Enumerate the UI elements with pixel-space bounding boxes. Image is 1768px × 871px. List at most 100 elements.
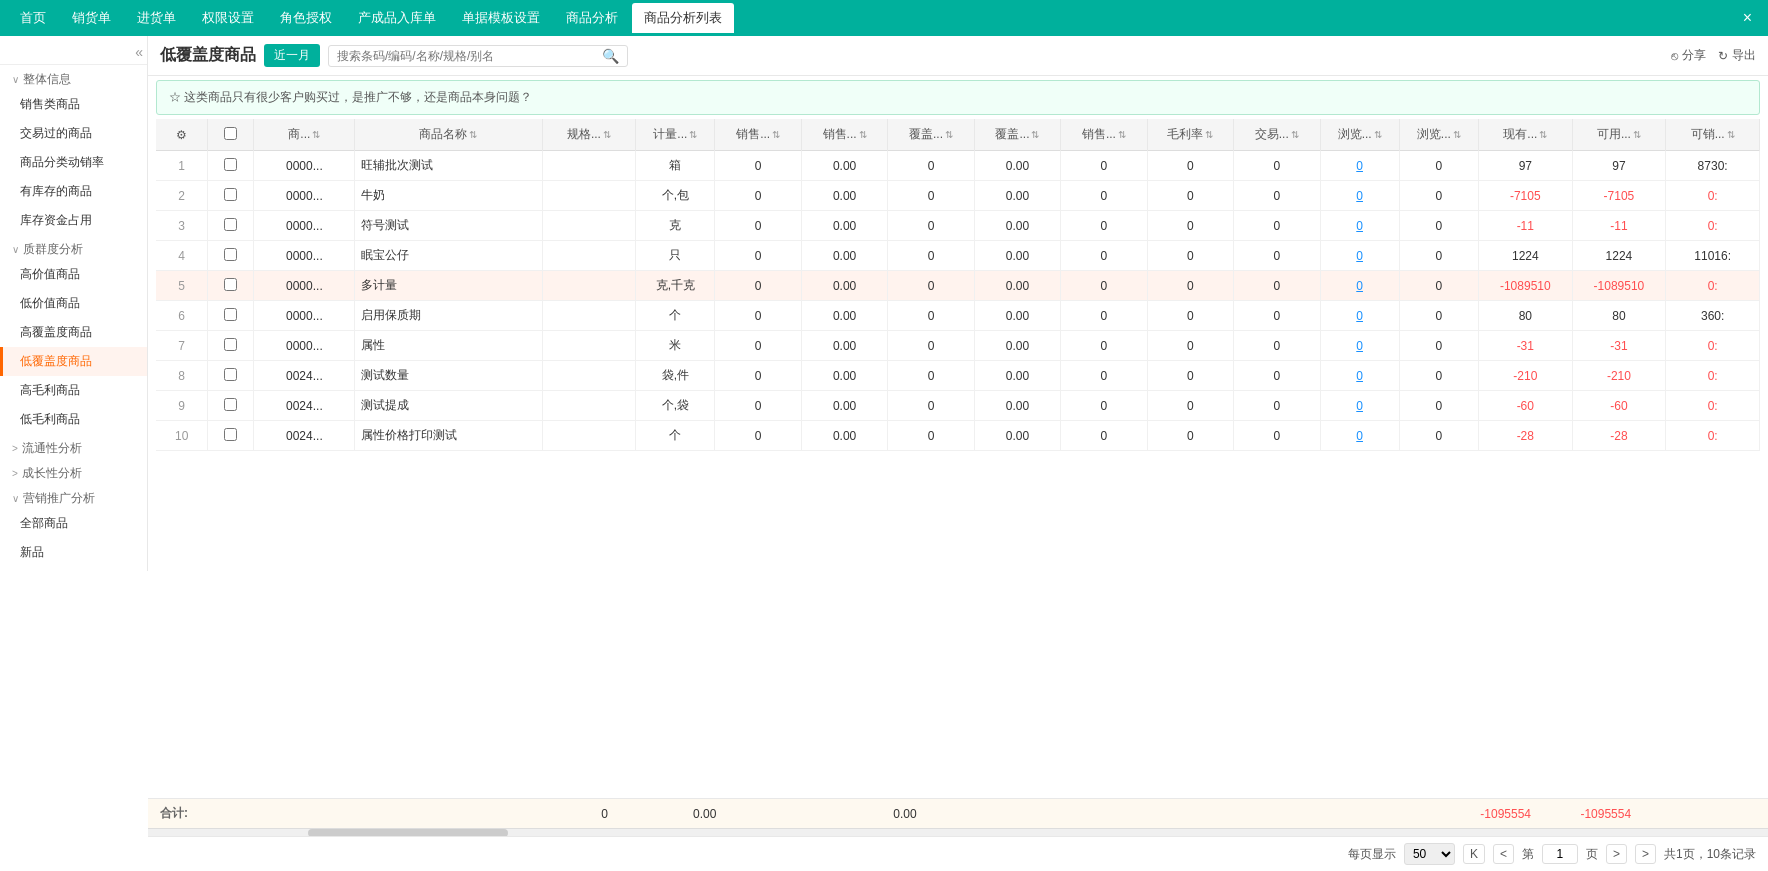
row-select-checkbox[interactable] bbox=[224, 158, 237, 171]
sidebar-section-quality[interactable]: 质群度分析 bbox=[0, 235, 147, 260]
row-name[interactable]: 属性 bbox=[355, 331, 542, 361]
row-checkbox[interactable] bbox=[208, 391, 254, 421]
sidebar-item-traded-goods[interactable]: 交易过的商品 bbox=[0, 119, 147, 148]
page-prev-button[interactable]: < bbox=[1493, 844, 1514, 864]
row-b1[interactable]: 0 bbox=[1320, 151, 1399, 181]
row-b1[interactable]: 0 bbox=[1320, 271, 1399, 301]
row-name[interactable]: 符号测试 bbox=[355, 211, 542, 241]
col-current[interactable]: 现有...⇅ bbox=[1478, 119, 1572, 151]
col-sales3[interactable]: 销售...⇅ bbox=[1061, 119, 1147, 151]
col-gross[interactable]: 毛利率⇅ bbox=[1147, 119, 1233, 151]
sidebar-item-all-goods[interactable]: 全部商品 bbox=[0, 509, 147, 538]
page-last-button[interactable]: > bbox=[1635, 844, 1656, 864]
row-select-checkbox[interactable] bbox=[224, 278, 237, 291]
row-b1[interactable]: 0 bbox=[1320, 211, 1399, 241]
sidebar-section-growth[interactable]: 成长性分析 bbox=[0, 459, 147, 484]
sidebar-item-high-coverage[interactable]: 高覆盖度商品 bbox=[0, 318, 147, 347]
export-button[interactable]: ↻ 导出 bbox=[1718, 47, 1756, 64]
page-input[interactable] bbox=[1542, 844, 1578, 864]
horizontal-scrollbar[interactable] bbox=[148, 828, 1768, 836]
row-select-checkbox[interactable] bbox=[224, 338, 237, 351]
period-button[interactable]: 近一月 bbox=[264, 44, 320, 67]
col-settings[interactable]: ⚙ bbox=[156, 119, 208, 151]
nav-item-role[interactable]: 角色授权 bbox=[268, 3, 344, 33]
col-coverage2[interactable]: 覆盖...⇅ bbox=[974, 119, 1060, 151]
row-b1[interactable]: 0 bbox=[1320, 391, 1399, 421]
row-name[interactable]: 旺辅批次测试 bbox=[355, 151, 542, 181]
row-name[interactable]: 牛奶 bbox=[355, 181, 542, 211]
col-available[interactable]: 可用...⇅ bbox=[1572, 119, 1666, 151]
row-checkbox[interactable] bbox=[208, 361, 254, 391]
row-select-checkbox[interactable] bbox=[224, 248, 237, 261]
row-name[interactable]: 启用保质期 bbox=[355, 301, 542, 331]
row-checkbox[interactable] bbox=[208, 181, 254, 211]
row-checkbox[interactable] bbox=[208, 421, 254, 451]
row-select-checkbox[interactable] bbox=[224, 188, 237, 201]
row-select-checkbox[interactable] bbox=[224, 428, 237, 441]
sort-icon-gross: ⇅ bbox=[1205, 129, 1213, 140]
row-checkbox[interactable] bbox=[208, 151, 254, 181]
row-b1[interactable]: 0 bbox=[1320, 421, 1399, 451]
select-all-checkbox[interactable] bbox=[224, 127, 237, 140]
row-b1[interactable]: 0 bbox=[1320, 181, 1399, 211]
per-page-select[interactable]: 50 100 200 bbox=[1404, 843, 1455, 865]
sidebar-item-with-stock[interactable]: 有库存的商品 bbox=[0, 177, 147, 206]
nav-item-product-entry[interactable]: 产成品入库单 bbox=[346, 3, 448, 33]
row-b1[interactable]: 0 bbox=[1320, 241, 1399, 271]
row-select-checkbox[interactable] bbox=[224, 308, 237, 321]
col-browse2[interactable]: 浏览...⇅ bbox=[1399, 119, 1478, 151]
sidebar-item-low-profit[interactable]: 低毛利商品 bbox=[0, 405, 147, 434]
row-b1[interactable]: 0 bbox=[1320, 301, 1399, 331]
sidebar-section-overall[interactable]: 整体信息 bbox=[0, 65, 147, 90]
col-unit[interactable]: 计量...⇅ bbox=[636, 119, 715, 151]
row-checkbox[interactable] bbox=[208, 241, 254, 271]
sidebar-item-low-value[interactable]: 低价值商品 bbox=[0, 289, 147, 318]
row-name[interactable]: 测试提成 bbox=[355, 391, 542, 421]
row-checkbox[interactable] bbox=[208, 211, 254, 241]
sidebar-item-low-coverage[interactable]: 低覆盖度商品 bbox=[0, 347, 147, 376]
sidebar-collapse-button[interactable]: « bbox=[135, 44, 143, 60]
col-code[interactable]: 商...⇅ bbox=[254, 119, 355, 151]
sidebar-item-sales-goods[interactable]: 销售类商品 bbox=[0, 90, 147, 119]
nav-item-analysis-list[interactable]: 商品分析列表 bbox=[632, 3, 734, 33]
row-name[interactable]: 测试数量 bbox=[355, 361, 542, 391]
col-trade[interactable]: 交易...⇅ bbox=[1234, 119, 1320, 151]
row-select-checkbox[interactable] bbox=[224, 368, 237, 381]
row-b1[interactable]: 0 bbox=[1320, 331, 1399, 361]
col-sales2[interactable]: 销售...⇅ bbox=[801, 119, 887, 151]
sidebar-item-high-profit[interactable]: 高毛利商品 bbox=[0, 376, 147, 405]
col-browse1[interactable]: 浏览...⇅ bbox=[1320, 119, 1399, 151]
nav-item-sales[interactable]: 销货单 bbox=[60, 3, 123, 33]
row-select-checkbox[interactable] bbox=[224, 398, 237, 411]
page-next-button[interactable]: > bbox=[1606, 844, 1627, 864]
row-name[interactable]: 属性价格打印测试 bbox=[355, 421, 542, 451]
nav-item-template[interactable]: 单据模板设置 bbox=[450, 3, 552, 33]
nav-item-analysis[interactable]: 商品分析 bbox=[554, 3, 630, 33]
row-select-checkbox[interactable] bbox=[224, 218, 237, 231]
col-sales1[interactable]: 销售...⇅ bbox=[715, 119, 801, 151]
col-checkbox[interactable] bbox=[208, 119, 254, 151]
col-spec[interactable]: 规格...⇅ bbox=[542, 119, 636, 151]
row-name[interactable]: 多计量 bbox=[355, 271, 542, 301]
row-checkbox[interactable] bbox=[208, 271, 254, 301]
sidebar-item-sales-rate[interactable]: 商品分类动销率 bbox=[0, 148, 147, 177]
sidebar-item-new-goods[interactable]: 新品 bbox=[0, 538, 147, 567]
page-first-button[interactable]: K bbox=[1463, 844, 1485, 864]
row-b1[interactable]: 0 bbox=[1320, 361, 1399, 391]
nav-item-permission[interactable]: 权限设置 bbox=[190, 3, 266, 33]
nav-item-home[interactable]: 首页 bbox=[8, 3, 58, 33]
sidebar-section-marketing[interactable]: 营销推广分析 bbox=[0, 484, 147, 509]
nav-item-purchase[interactable]: 进货单 bbox=[125, 3, 188, 33]
row-checkbox[interactable] bbox=[208, 331, 254, 361]
sidebar-item-stock-fund[interactable]: 库存资金占用 bbox=[0, 206, 147, 235]
sidebar-section-flow[interactable]: 流通性分析 bbox=[0, 434, 147, 459]
col-sellable[interactable]: 可销...⇅ bbox=[1666, 119, 1760, 151]
window-close-button[interactable]: × bbox=[1735, 5, 1760, 31]
search-input[interactable] bbox=[337, 49, 598, 63]
col-coverage1[interactable]: 覆盖...⇅ bbox=[888, 119, 974, 151]
col-name[interactable]: 商品名称⇅ bbox=[355, 119, 542, 151]
share-button[interactable]: ⎋ 分享 bbox=[1671, 47, 1706, 64]
sidebar-item-high-value[interactable]: 高价值商品 bbox=[0, 260, 147, 289]
row-checkbox[interactable] bbox=[208, 301, 254, 331]
row-name[interactable]: 眠宝公仔 bbox=[355, 241, 542, 271]
